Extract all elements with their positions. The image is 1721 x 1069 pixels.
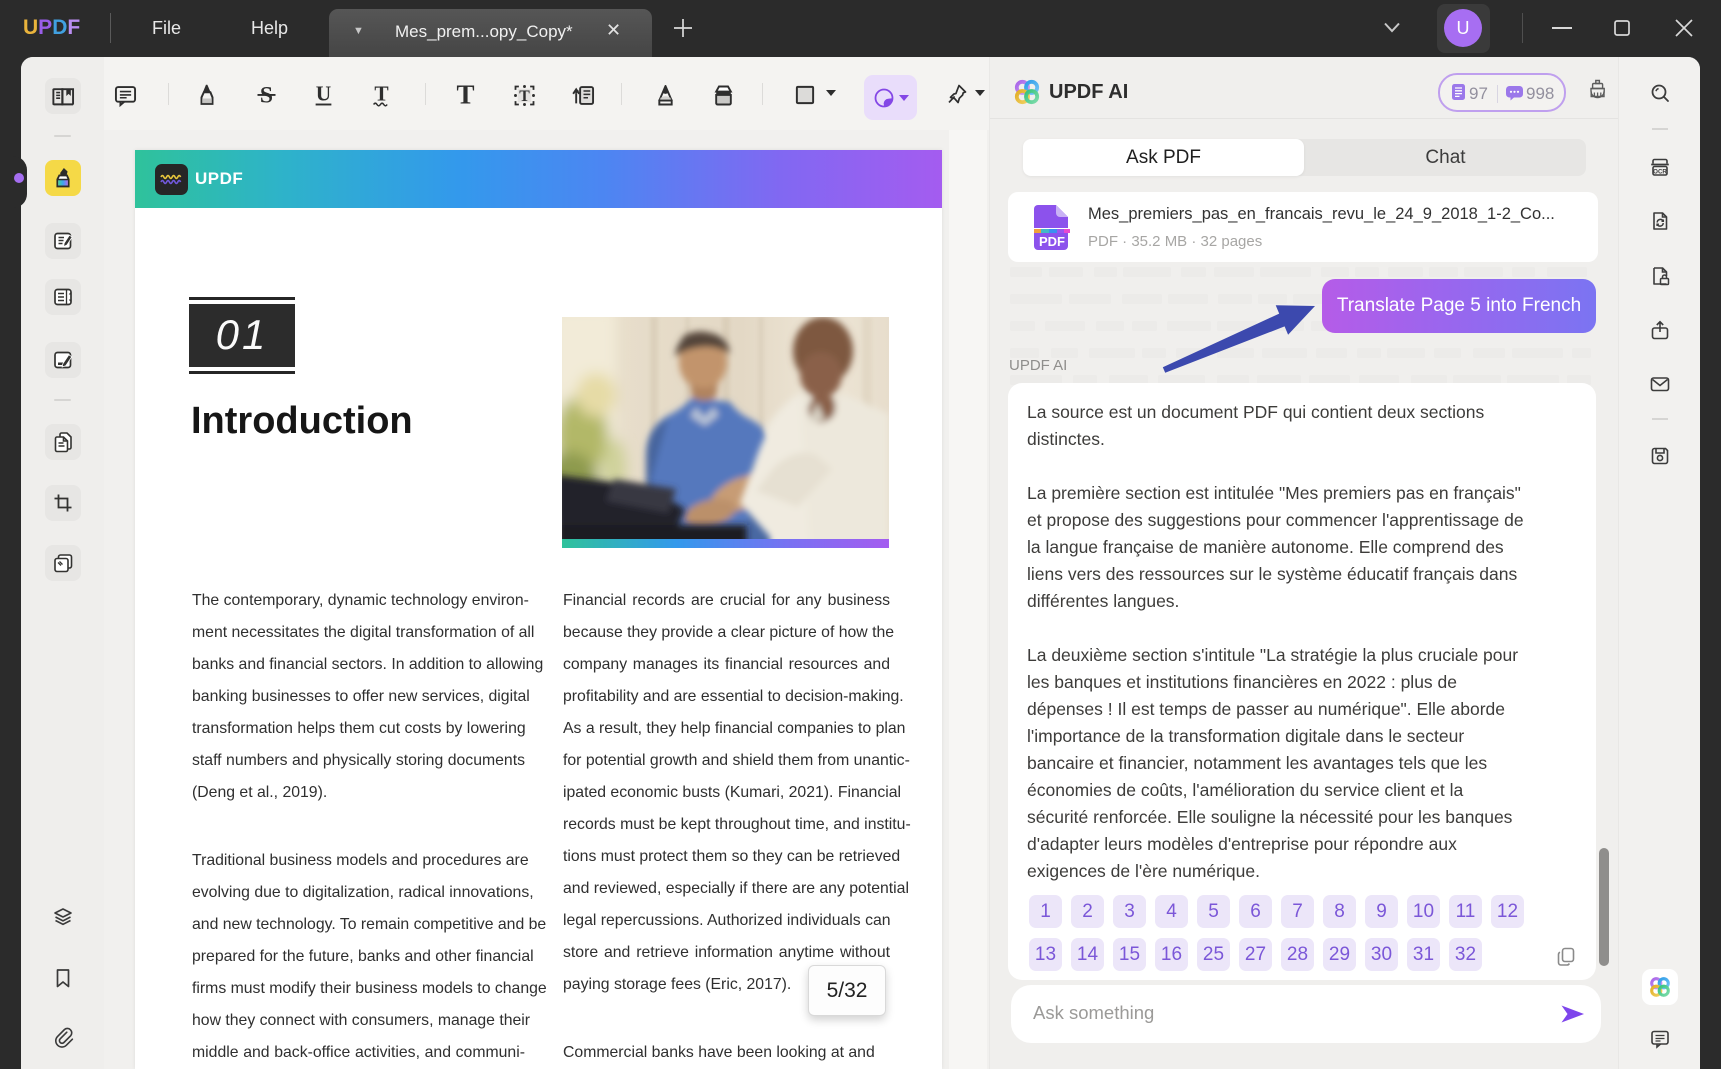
svg-text:OCR: OCR <box>1653 168 1667 175</box>
svg-text:T: T <box>456 82 474 109</box>
svg-text:T: T <box>519 88 530 105</box>
svg-text:T: T <box>374 82 388 106</box>
svg-text:U: U <box>315 82 330 106</box>
svg-text:PDF: PDF <box>1039 234 1065 249</box>
